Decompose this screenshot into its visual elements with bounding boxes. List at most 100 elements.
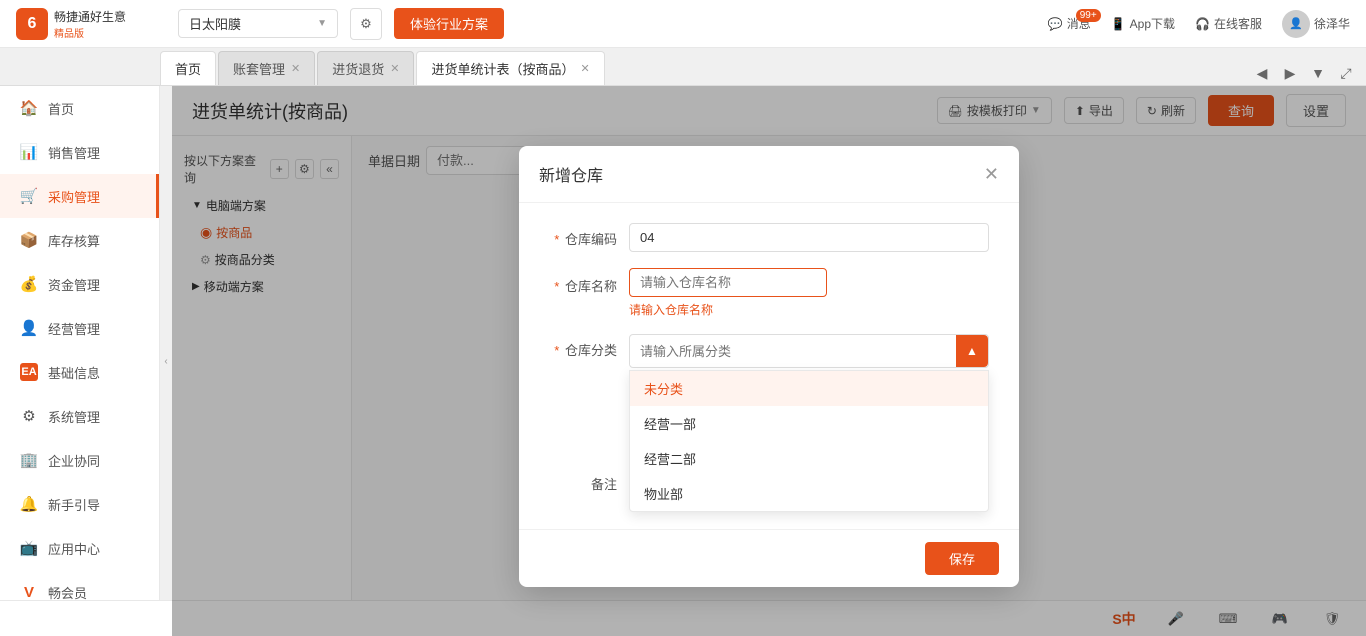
main-layout: 🏠 首页 📊 销售管理 🛒 采购管理 📦 库存核算 💰 资金管理 👤 经营管理 …	[0, 86, 1366, 636]
sidebar-item-system[interactable]: ⚙ 系统管理	[0, 394, 159, 438]
sidebar-item-purchase[interactable]: 🛒 采购管理	[0, 174, 159, 218]
sidebar-item-finance[interactable]: 💰 资金管理	[0, 262, 159, 306]
sidebar-collapse-handle[interactable]: ‹	[160, 86, 172, 636]
dropdown-arrow-icon: ▼	[317, 18, 327, 29]
sidebar-basic-label: 基础信息	[48, 363, 100, 382]
tab-purchase-return-close[interactable]: ✕	[390, 62, 399, 75]
home-icon: 🏠	[20, 99, 38, 117]
sidebar-item-operation[interactable]: 👤 经营管理	[0, 306, 159, 350]
tab-bar: 首页 账套管理 ✕ 进货退货 ✕ 进货单统计表（按商品） ✕ ◀ ▶ ▼ ⤢	[0, 48, 1366, 86]
modal-title: 新增仓库	[539, 162, 603, 186]
messages-button[interactable]: 💬 消息 99+	[1048, 15, 1091, 32]
category-input[interactable]	[630, 338, 956, 365]
sidebar-item-apps[interactable]: 📺 应用中心	[0, 526, 159, 570]
store-name: 日太阳膜	[189, 14, 241, 33]
system-icon: ⚙	[20, 407, 38, 425]
logo-text-area: 畅捷通好生意 精品版	[54, 8, 126, 40]
enterprise-icon: 🏢	[20, 451, 38, 469]
operation-icon: 👤	[20, 319, 38, 337]
category-wrapper: ▲ 未分类 经营一部 经营二部 物业部	[629, 334, 989, 368]
basic-icon: EA	[20, 363, 38, 381]
tab-purchase-stats[interactable]: 进货单统计表（按商品） ✕	[416, 51, 604, 85]
top-header: 6 畅捷通好生意 精品版 日太阳膜 ▼ ⚙ 体验行业方案 💬 消息 99+ 📱 …	[0, 0, 1366, 48]
store-selector[interactable]: 日太阳膜 ▼	[178, 9, 338, 38]
sidebar-finance-label: 资金管理	[48, 275, 100, 294]
modal-body: * 仓库编码 * 仓库名称	[519, 203, 1019, 529]
tab-controls: ◀ ▶ ▼ ⤢	[1250, 61, 1366, 85]
dropdown-item-0[interactable]: 未分类	[630, 371, 988, 406]
sales-icon: 📊	[20, 143, 38, 161]
warehouse-note-label: 备注	[549, 468, 629, 493]
warehouse-category-label: * 仓库分类	[549, 334, 629, 359]
sidebar-item-home[interactable]: 🏠 首页	[0, 86, 159, 130]
tab-accounts[interactable]: 账套管理 ✕	[218, 51, 315, 85]
settings-gear-button[interactable]: ⚙	[350, 8, 382, 40]
app-logo-icon: 6	[16, 8, 48, 40]
tab-purchase-stats-label: 进货单统计表（按商品）	[431, 59, 574, 78]
tab-purchase-stats-close[interactable]: ✕	[581, 62, 590, 75]
warehouse-code-input[interactable]	[629, 223, 989, 252]
trial-button[interactable]: 体验行业方案	[394, 8, 504, 39]
category-input-row: ▲	[629, 334, 989, 368]
apps-icon: 📺	[20, 539, 38, 557]
app-download-icon: 📱	[1111, 17, 1126, 31]
sidebar-member-label: 畅会员	[48, 583, 87, 602]
modal-header: 新增仓库 ✕	[519, 146, 1019, 203]
user-profile-button[interactable]: 👤 徐泽华	[1282, 10, 1350, 38]
logo-subtitle: 畅捷通好生意	[54, 8, 126, 25]
tab-accounts-close[interactable]: ✕	[291, 62, 300, 75]
sidebar-item-basic[interactable]: EA 基础信息	[0, 350, 159, 394]
tab-purchase-return[interactable]: 进货退货 ✕	[317, 51, 414, 85]
warehouse-code-row: * 仓库编码	[549, 223, 989, 252]
warehouse-name-input[interactable]	[629, 268, 827, 297]
app-download-label: App下载	[1130, 15, 1175, 32]
modal-footer: 保存	[519, 529, 1019, 587]
tab-menu-button[interactable]: ▼	[1306, 61, 1330, 85]
sidebar-guide-label: 新手引导	[48, 495, 100, 514]
category-toggle-button[interactable]: ▲	[956, 335, 988, 367]
tab-next-button[interactable]: ▶	[1278, 61, 1302, 85]
message-icon: 💬	[1048, 17, 1063, 31]
tab-expand-button[interactable]: ⤢	[1334, 61, 1358, 85]
dropdown-item-1[interactable]: 经营一部	[630, 406, 988, 441]
sidebar-sales-label: 销售管理	[48, 143, 100, 162]
finance-icon: 💰	[20, 275, 38, 293]
online-service-label: 在线客服	[1214, 15, 1262, 32]
user-name: 徐泽华	[1314, 15, 1350, 32]
warehouse-code-label: * 仓库编码	[549, 223, 629, 248]
sidebar-purchase-label: 采购管理	[48, 187, 100, 206]
logo-area: 6 畅捷通好生意 精品版	[16, 8, 166, 40]
purchase-icon: 🛒	[20, 187, 38, 205]
warehouse-category-row: * 仓库分类 ▲ 未分类 经营一部 经	[549, 334, 989, 368]
sidebar-item-enterprise[interactable]: 🏢 企业协同	[0, 438, 159, 482]
warehouse-name-row: * 仓库名称 请输入仓库名称	[549, 268, 989, 318]
sidebar-item-sales[interactable]: 📊 销售管理	[0, 130, 159, 174]
headset-icon: 🎧	[1195, 17, 1210, 31]
member-icon: V	[20, 583, 38, 601]
sidebar-inventory-label: 库存核算	[48, 231, 100, 250]
sidebar-system-label: 系统管理	[48, 407, 100, 426]
online-service-button[interactable]: 🎧 在线客服	[1195, 15, 1262, 32]
header-right: 💬 消息 99+ 📱 App下载 🎧 在线客服 👤 徐泽华	[1048, 10, 1350, 38]
category-dropdown: 未分类 经营一部 经营二部 物业部	[629, 370, 989, 512]
modal-close-button[interactable]: ✕	[984, 165, 999, 183]
warehouse-name-label: * 仓库名称	[549, 270, 629, 295]
dropdown-item-3[interactable]: 物业部	[630, 476, 988, 511]
message-badge: 99+	[1076, 9, 1101, 22]
sidebar-item-inventory[interactable]: 📦 库存核算	[0, 218, 159, 262]
sidebar-apps-label: 应用中心	[48, 539, 100, 558]
page-content: 进货单统计(按商品) 🖨 按模板打印 ▼ ⬆ 导出 ↻ 刷新 查询 设置	[172, 86, 1366, 636]
guide-icon: 🔔	[20, 495, 38, 513]
sidebar-home-label: 首页	[48, 99, 74, 118]
sidebar-enterprise-label: 企业协同	[48, 451, 100, 470]
dropdown-item-2[interactable]: 经营二部	[630, 441, 988, 476]
modal-save-button[interactable]: 保存	[925, 542, 999, 575]
add-warehouse-modal: 新增仓库 ✕ * 仓库编码	[519, 146, 1019, 587]
tab-prev-button[interactable]: ◀	[1250, 61, 1274, 85]
app-download-button[interactable]: 📱 App下载	[1111, 15, 1175, 32]
sidebar-operation-label: 经营管理	[48, 319, 100, 338]
sidebar-item-guide[interactable]: 🔔 新手引导	[0, 482, 159, 526]
user-avatar: 👤	[1282, 10, 1310, 38]
tab-home[interactable]: 首页	[160, 51, 216, 85]
modal-backdrop: 新增仓库 ✕ * 仓库编码	[172, 86, 1366, 636]
